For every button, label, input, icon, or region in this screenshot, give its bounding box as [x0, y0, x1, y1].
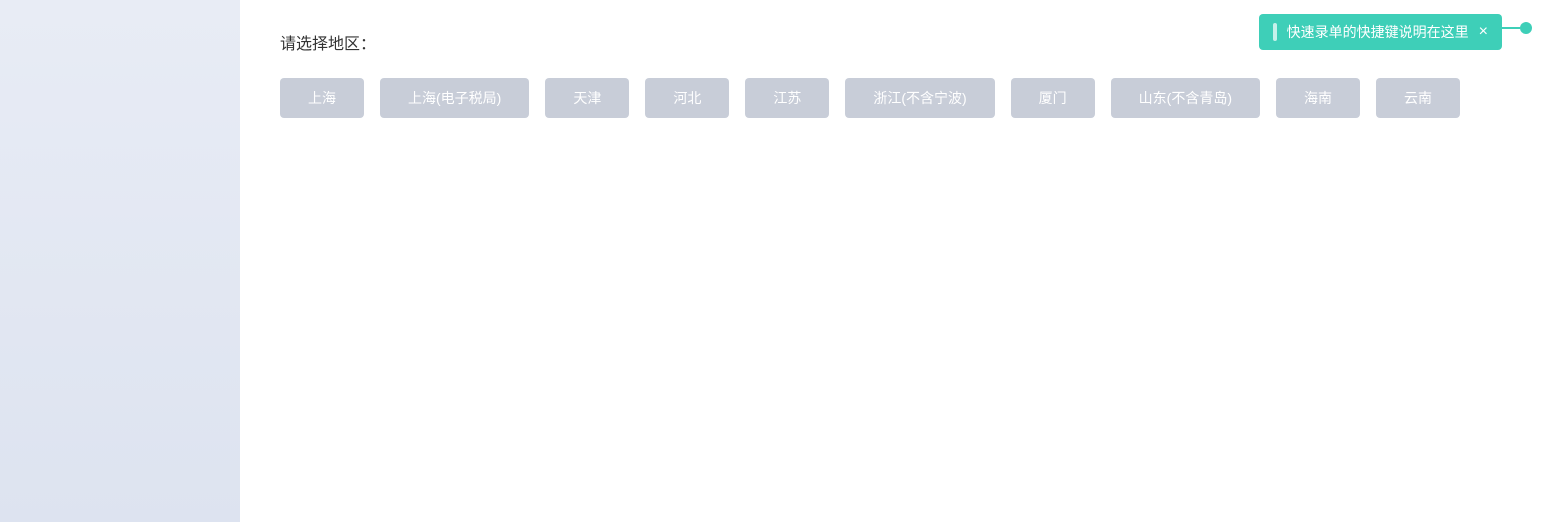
- main-content: 请选择地区： 上海上海(电子税局)天津河北江苏浙江(不含宁波)厦门山东(不含青岛…: [240, 0, 1562, 522]
- connector-dot: [1520, 22, 1532, 34]
- region-button-yunnan[interactable]: 云南: [1376, 78, 1460, 118]
- sidebar: [0, 0, 240, 522]
- region-button-zhejiang[interactable]: 浙江(不含宁波): [845, 78, 994, 118]
- region-button-jiangsu[interactable]: 江苏: [745, 78, 829, 118]
- tooltip-bar: 快速录单的快捷键说明在这里 ×: [1259, 14, 1502, 50]
- tooltip-close-button[interactable]: ×: [1479, 24, 1488, 40]
- region-buttons: 上海上海(电子税局) 天津河北江苏浙江(不含宁波) 厦门山东(不含青岛) 海南云南: [280, 78, 1522, 118]
- region-button-shanghai[interactable]: 上海: [280, 78, 364, 118]
- bar-accent-icon: [1273, 23, 1277, 41]
- connector-line: [1495, 27, 1520, 29]
- region-button-hainan[interactable]: 海南: [1276, 78, 1360, 118]
- dot-connector: [1495, 22, 1532, 34]
- region-button-shandong[interactable]: 山东(不含青岛): [1111, 78, 1260, 118]
- region-button-shanghai-etax[interactable]: 上海(电子税局): [380, 78, 529, 118]
- region-button-tianjin[interactable]: 天津: [545, 78, 629, 118]
- region-button-hebei[interactable]: 河北: [645, 78, 729, 118]
- tooltip-text: 快速录单的快捷键说明在这里: [1287, 22, 1469, 42]
- region-button-xiamen[interactable]: 厦门: [1011, 78, 1095, 118]
